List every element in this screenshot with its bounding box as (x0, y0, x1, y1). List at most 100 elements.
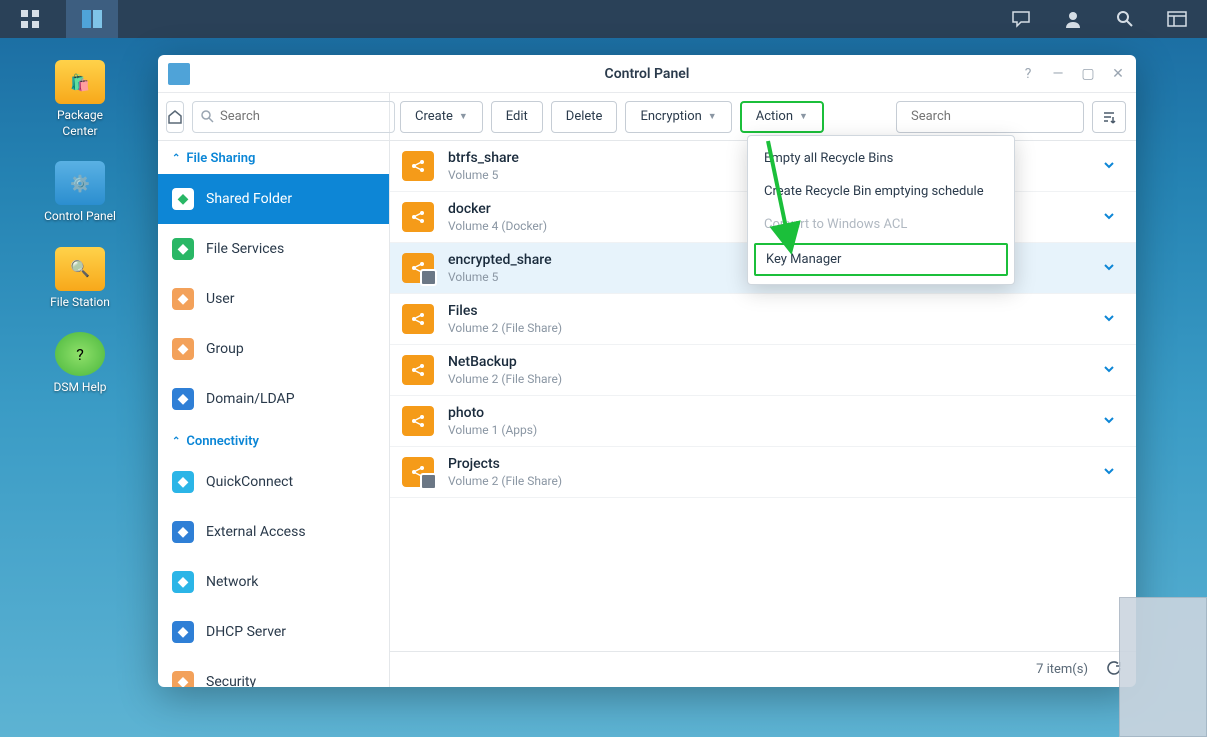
folder-row-files[interactable]: Files Volume 2 (File Share) (390, 294, 1136, 345)
control-panel-window: Control Panel ? — ▢ ✕ ⌃File Sharing ◆ Shar… (158, 55, 1136, 687)
desktop-preview-thumbnail[interactable] (1119, 597, 1207, 737)
desktop-icon-control-panel[interactable]: ⚙️ Control Panel (38, 161, 122, 225)
folder-row-netbackup[interactable]: NetBackup Volume 2 (File Share) (390, 345, 1136, 396)
delete-button[interactable]: Delete (551, 101, 618, 133)
sidebar-item-icon: ◆ (172, 388, 194, 410)
desktop-icons: 🛍️ Package Center ⚙️ Control Panel 🔍 Fil… (38, 60, 122, 396)
sidebar-item-label: Group (206, 341, 244, 357)
sidebar-item-icon: ◆ (172, 188, 194, 210)
folder-name: Files (448, 303, 1088, 319)
sidebar-item-icon: ◆ (172, 671, 194, 687)
sidebar-item-group[interactable]: ◆Group (158, 324, 389, 374)
share-folder-icon (402, 457, 434, 487)
expand-chevron-icon[interactable] (1102, 310, 1116, 329)
sidebar-item-label: Security (206, 674, 256, 687)
share-folder-icon (402, 406, 434, 436)
chevron-down-icon: ▼ (459, 111, 468, 122)
sidebar-item-security[interactable]: ◆ Security (158, 657, 389, 687)
sidebar-search[interactable] (192, 101, 395, 133)
encryption-button[interactable]: Encryption▼ (625, 101, 731, 133)
folder-volume: Volume 2 (File Share) (448, 321, 1088, 335)
menu-item-create-recycle-bin-emptying-schedule[interactable]: Create Recycle Bin emptying schedule (748, 175, 1014, 208)
window-icon (168, 63, 190, 85)
folder-name: Projects (448, 456, 1088, 472)
chevron-up-icon: ⌃ (172, 153, 180, 164)
share-folder-icon (402, 202, 434, 232)
sidebar-item-shared-folder[interactable]: ◆ Shared Folder (158, 174, 389, 224)
share-folder-icon (402, 355, 434, 385)
create-button[interactable]: Create▼ (400, 101, 483, 133)
chevron-down-icon: ▼ (708, 111, 717, 122)
expand-chevron-icon[interactable] (1102, 157, 1116, 176)
folder-row-photo[interactable]: photoVolume 1 (Apps) (390, 396, 1136, 447)
expand-chevron-icon[interactable] (1102, 361, 1116, 380)
main-menu-icon[interactable] (14, 3, 46, 35)
desktop-icon-file-station[interactable]: 🔍 File Station (38, 247, 122, 311)
sidebar-item-external-access[interactable]: ◆ External Access (158, 507, 389, 557)
sidebar-item-network[interactable]: ◆ Network (158, 557, 389, 607)
share-folder-icon (402, 253, 434, 283)
item-count: 7 item(s) (1036, 662, 1088, 677)
desktop-icon-dsm-help[interactable]: ? DSM Help (38, 332, 122, 396)
sidebar-item-icon: ◆ (172, 571, 194, 593)
minimize-button[interactable]: — (1050, 66, 1066, 82)
sidebar-item-icon: ◆ (172, 288, 194, 310)
sidebar-item-icon: ◆ (172, 471, 194, 493)
table-search-input[interactable] (911, 109, 1077, 124)
home-button[interactable] (166, 101, 184, 133)
folder-name: photo (448, 405, 1088, 421)
help-icon: ? (55, 332, 105, 376)
sidebar-item-quickconnect[interactable]: ◆QuickConnect (158, 457, 389, 507)
sidebar: ⌃File Sharing◆Shared Folder◆File Service… (158, 93, 390, 687)
taskbar-app-control-panel[interactable] (66, 0, 118, 38)
notifications-icon[interactable] (1005, 3, 1037, 35)
folder-row-projects[interactable]: Projects Volume 2 (File Share) (390, 447, 1136, 498)
sidebar-item-label: DHCP Server (206, 624, 286, 640)
sidebar-item-icon: ◆ (172, 521, 194, 543)
search-icon[interactable] (1109, 3, 1141, 35)
sidebar-item-label: File Services (206, 241, 284, 257)
sidebar-item-domain-ldap[interactable]: ◆ Domain/LDAP (158, 374, 389, 424)
sidebar-item-dhcp-server[interactable]: ◆ DHCP Server (158, 607, 389, 657)
footer: 7 item(s) (390, 651, 1136, 687)
sidebar-item-label: Shared Folder (206, 191, 292, 207)
desktop-icon-package-center[interactable]: 🛍️ Package Center (38, 60, 122, 139)
edit-button[interactable]: Edit (491, 101, 543, 133)
share-folder-icon (402, 304, 434, 334)
sidebar-item-icon: ◆ (172, 621, 194, 643)
widgets-icon[interactable] (1161, 3, 1193, 35)
folder-volume: Volume 2 (File Share) (448, 372, 1088, 386)
toolbar: Create▼ Edit Delete Encryption▼ Action▼ … (390, 93, 1136, 141)
user-icon[interactable] (1057, 3, 1089, 35)
window-header: Control Panel ? — ▢ ✕ (158, 55, 1136, 93)
menu-item-key-manager[interactable]: Key Manager (754, 243, 1008, 276)
help-button[interactable]: ? (1020, 66, 1036, 82)
sidebar-section-connectivity[interactable]: ⌃Connectivity (158, 424, 389, 457)
action-button[interactable]: Action▼ (740, 101, 824, 133)
share-folder-icon (402, 151, 434, 181)
sidebar-item-label: User (206, 291, 234, 307)
table-search[interactable] (896, 101, 1084, 133)
chevron-down-icon: ▼ (799, 111, 808, 122)
close-button[interactable]: ✕ (1110, 66, 1126, 82)
control-panel-icon: ⚙️ (55, 161, 105, 205)
expand-chevron-icon[interactable] (1102, 259, 1116, 278)
expand-chevron-icon[interactable] (1102, 208, 1116, 227)
menu-item-empty-all-recycle-bins[interactable]: Empty all Recycle Bins (748, 142, 1014, 175)
expand-chevron-icon[interactable] (1102, 463, 1116, 482)
folder-volume: Volume 2 (File Share) (448, 474, 1088, 488)
sidebar-item-file-services[interactable]: ◆File Services (158, 224, 389, 274)
sidebar-search-input[interactable] (220, 109, 386, 124)
expand-chevron-icon[interactable] (1102, 412, 1116, 431)
maximize-button[interactable]: ▢ (1080, 66, 1096, 82)
window-title: Control Panel (158, 66, 1136, 82)
folder-name: NetBackup (448, 354, 1088, 370)
sort-button[interactable] (1092, 101, 1126, 133)
sidebar-section-file-sharing[interactable]: ⌃File Sharing (158, 141, 389, 174)
sidebar-item-label: Network (206, 574, 258, 590)
search-icon (201, 110, 214, 123)
sidebar-item-label: External Access (206, 524, 306, 540)
sidebar-item-user[interactable]: ◆ User (158, 274, 389, 324)
sidebar-item-label: Domain/LDAP (206, 391, 295, 407)
folder-search-icon: 🔍 (55, 247, 105, 291)
